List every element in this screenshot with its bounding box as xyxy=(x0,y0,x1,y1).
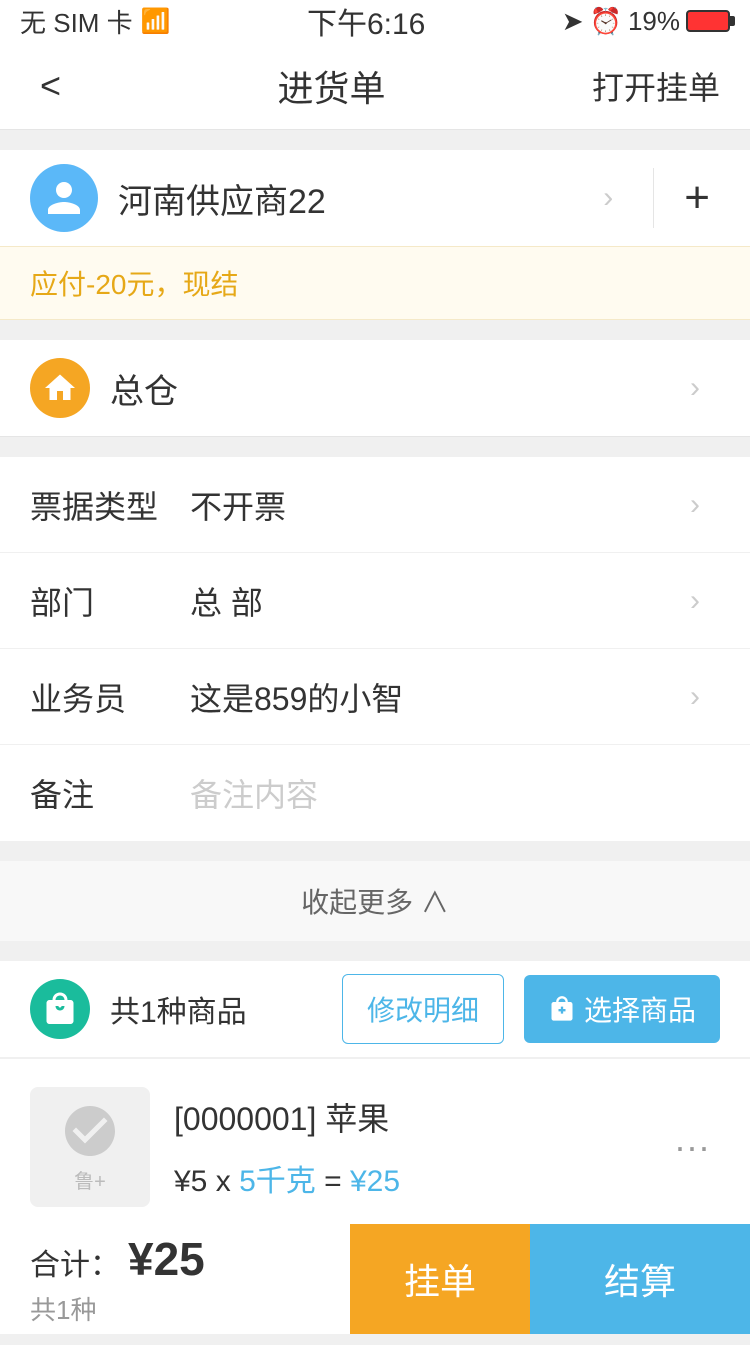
select-product-button[interactable]: 选择商品 xyxy=(524,975,720,1043)
salesperson-row[interactable]: 业务员 这是859的小智 › xyxy=(0,649,750,745)
total-line: 合计： ¥25 xyxy=(30,1232,320,1286)
department-label: 部门 xyxy=(30,578,170,624)
invoice-type-label: 票据类型 xyxy=(30,482,170,528)
battery-percent: 19% xyxy=(628,6,680,37)
battery-icon xyxy=(686,10,730,32)
product-equals: = xyxy=(324,1165,350,1198)
bottom-bar: 合计： ¥25 共1种 挂单 结算 xyxy=(0,1224,750,1334)
product-price: ¥5 x 5千克 = ¥25 xyxy=(174,1156,640,1200)
supplier-chevron-icon: › xyxy=(603,181,613,215)
collapse-more-button[interactable]: 收起更多 ∧ xyxy=(0,861,750,941)
total-count: 共1种 xyxy=(30,1290,320,1327)
warehouse-icon xyxy=(30,358,90,418)
invoice-type-value: 不开票 xyxy=(170,482,690,528)
supplier-divider xyxy=(653,168,654,228)
warehouse-building-icon xyxy=(42,370,78,406)
remarks-label: 备注 xyxy=(30,770,170,816)
modify-detail-button[interactable]: 修改明细 xyxy=(342,974,504,1044)
product-item: 鲁+ [0000001] 苹果 ¥5 x 5千克 = ¥25 ··· xyxy=(0,1059,750,1235)
carrier-text: 无 SIM 卡 xyxy=(20,3,133,40)
supplier-avatar xyxy=(30,164,98,232)
remarks-value: 备注内容 xyxy=(170,770,720,816)
warehouse-chevron-icon: › xyxy=(690,371,700,405)
product-thumb-label: 鲁+ xyxy=(74,1165,106,1194)
product-count-icon xyxy=(30,979,90,1039)
hang-order-button[interactable]: 挂单 xyxy=(350,1224,530,1334)
add-supplier-button[interactable]: + xyxy=(674,173,720,223)
info-banner-text: 应付-20元，现结 xyxy=(30,269,238,300)
status-right: ➤ ⏰ 19% xyxy=(562,6,730,37)
products-header: 共1种商品 修改明细 选择商品 xyxy=(0,961,750,1057)
supplier-section[interactable]: 河南供应商22 › + xyxy=(0,150,750,246)
status-left: 无 SIM 卡 📶 xyxy=(20,3,171,40)
alarm-icon: ⏰ xyxy=(590,6,622,37)
wifi-icon: 📶 xyxy=(141,7,171,36)
product-multiply: x xyxy=(216,1165,239,1198)
form-section: 票据类型 不开票 › 部门 总 部 › 业务员 这是859的小智 › 备注 备注… xyxy=(0,457,750,841)
total-amount: ¥25 xyxy=(128,1232,205,1286)
product-thumbnail: 鲁+ xyxy=(30,1087,150,1207)
shopping-bag-icon xyxy=(42,991,78,1027)
status-bar: 无 SIM 卡 📶 下午6:16 ➤ ⏰ 19% xyxy=(0,0,750,42)
invoice-chevron-icon: › xyxy=(690,488,700,522)
collapse-more-text: 收起更多 ∧ xyxy=(301,881,449,921)
select-product-icon xyxy=(548,995,576,1023)
product-total: ¥25 xyxy=(350,1165,400,1198)
checkout-button[interactable]: 结算 xyxy=(530,1224,750,1334)
select-product-label: 选择商品 xyxy=(584,989,696,1029)
product-unit-price: ¥5 xyxy=(174,1165,207,1198)
page-title: 进货单 xyxy=(278,60,386,112)
supplier-avatar-icon xyxy=(44,178,84,218)
location-icon: ➤ xyxy=(562,6,584,37)
status-time: 下午6:16 xyxy=(307,0,425,43)
top-divider xyxy=(0,130,750,150)
product-more-button[interactable]: ··· xyxy=(664,1116,720,1178)
back-button[interactable]: < xyxy=(30,55,71,117)
total-symbol: ¥ xyxy=(128,1233,154,1285)
product-code: [0000001] xyxy=(174,1101,316,1137)
department-value: 总 部 xyxy=(170,578,690,624)
nav-bar: < 进货单 打开挂单 xyxy=(0,42,750,130)
open-pending-button[interactable]: 打开挂单 xyxy=(592,63,720,109)
total-section: 合计： ¥25 共1种 xyxy=(0,1232,350,1327)
department-chevron-icon: › xyxy=(690,584,700,618)
department-row[interactable]: 部门 总 部 › xyxy=(0,553,750,649)
product-default-icon xyxy=(60,1101,120,1161)
total-value: 25 xyxy=(154,1233,205,1285)
warehouse-section[interactable]: 总仓 › xyxy=(0,340,750,436)
total-label: 合计： xyxy=(30,1240,120,1284)
product-title: 苹果 xyxy=(325,1101,389,1137)
product-info: [0000001] 苹果 ¥5 x 5千克 = ¥25 xyxy=(174,1094,640,1200)
info-banner: 应付-20元，现结 xyxy=(0,246,750,320)
salesperson-chevron-icon: › xyxy=(690,680,700,714)
salesperson-label: 业务员 xyxy=(30,674,170,720)
salesperson-value: 这是859的小智 xyxy=(170,674,690,720)
warehouse-bottom-divider xyxy=(0,436,750,437)
remarks-row[interactable]: 备注 备注内容 xyxy=(0,745,750,841)
invoice-type-row[interactable]: 票据类型 不开票 › xyxy=(0,457,750,553)
product-quantity: 5千克 xyxy=(239,1165,316,1198)
product-name: [0000001] 苹果 xyxy=(174,1094,640,1140)
warehouse-name: 总仓 xyxy=(110,364,690,413)
product-count-text: 共1种商品 xyxy=(110,987,322,1031)
supplier-name: 河南供应商22 xyxy=(118,174,603,223)
